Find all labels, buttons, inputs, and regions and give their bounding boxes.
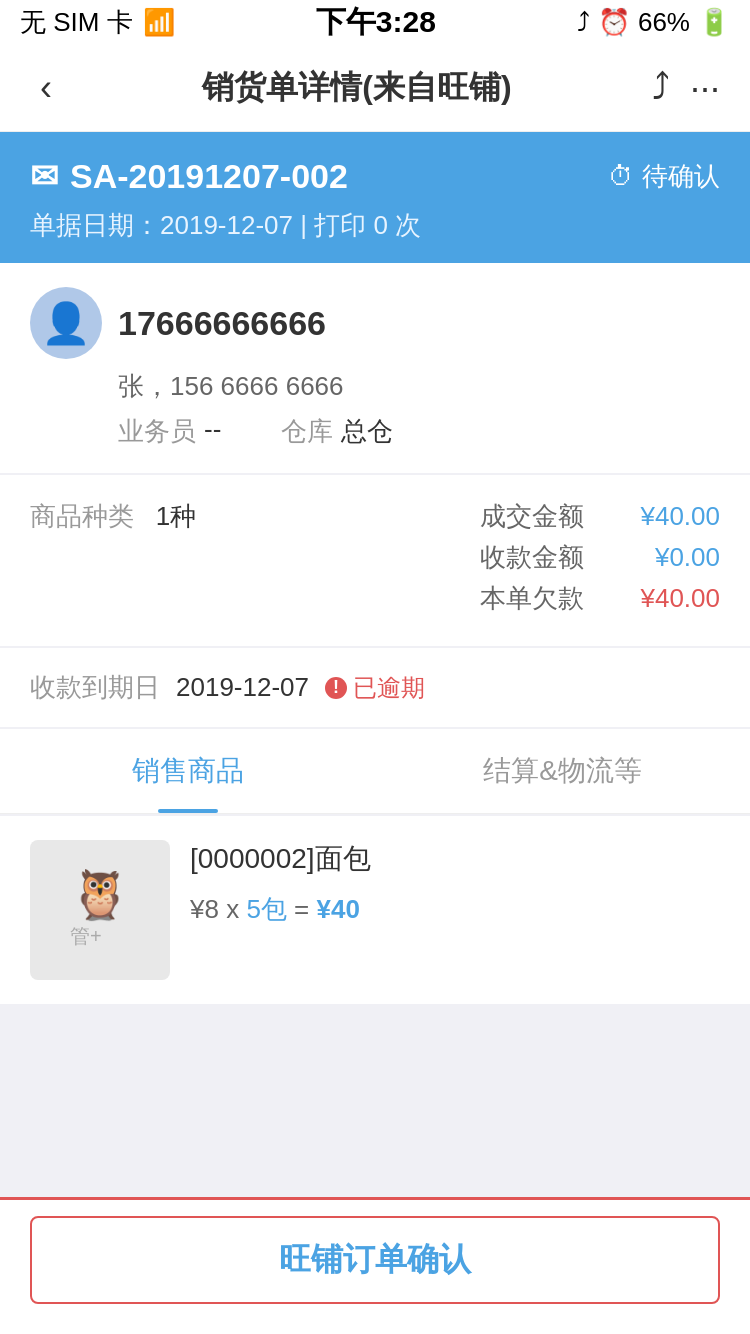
customer-avatar: 👤 xyxy=(30,287,102,359)
salesman-value: -- xyxy=(204,414,221,449)
customer-section: 👤 17666666666 张，156 6666 6666 业务员 -- 仓库 … xyxy=(0,263,750,473)
overdue-badge: ! 已逾期 xyxy=(325,672,425,704)
order-number-icon: ✉ xyxy=(30,156,58,196)
confirm-wangpu-button[interactable]: 旺铺订单确认 xyxy=(30,1216,720,1304)
carrier-text: 无 SIM 卡 xyxy=(20,5,133,40)
product-image: 🦉 管+ xyxy=(30,840,170,980)
warehouse-label: 仓库 xyxy=(281,414,333,449)
arrears-amount-value: ¥40.00 xyxy=(600,583,720,614)
nav-actions: ⤴ ··· xyxy=(652,67,720,109)
product-types-label: 商品种类 xyxy=(30,501,134,531)
product-logo-icon: 🦉 xyxy=(70,871,130,919)
product-total: ¥40 xyxy=(316,894,359,924)
tab-active-indicator xyxy=(158,809,218,813)
overdue-text: 已逾期 xyxy=(353,672,425,704)
wifi-icon: 📶 xyxy=(143,7,175,38)
product-name: [0000002]面包 xyxy=(190,840,720,878)
warehouse-item: 仓库 总仓 xyxy=(281,414,393,449)
product-types-value: 1种 xyxy=(156,501,196,531)
page-title: 销货单详情(来自旺铺) xyxy=(202,66,511,110)
product-image-placeholder: 🦉 管+ xyxy=(70,871,130,950)
customer-meta: 业务员 -- 仓库 总仓 xyxy=(30,414,720,449)
stats-left: 商品种类 1种 xyxy=(30,499,196,534)
order-number: ✉ SA-20191207-002 xyxy=(30,156,348,196)
arrears-amount-label: 本单欠款 xyxy=(480,581,584,616)
order-date: 单据日期：2019-12-07 | 打印 0 次 xyxy=(30,208,720,243)
tabs-bar: 销售商品 结算&物流等 xyxy=(0,729,750,814)
battery-icon: 🔋 xyxy=(698,7,730,38)
tab-products[interactable]: 销售商品 xyxy=(0,729,375,813)
tab-settlement[interactable]: 结算&物流等 xyxy=(375,729,750,813)
status-carrier: 无 SIM 卡 📶 xyxy=(20,5,175,40)
deal-amount-value: ¥40.00 xyxy=(600,501,720,532)
customer-row: 👤 17666666666 xyxy=(30,287,720,359)
warehouse-value: 总仓 xyxy=(341,414,393,449)
product-price: ¥8 x 5包 = ¥40 xyxy=(190,892,720,927)
product-price-base: ¥8 x xyxy=(190,894,246,924)
nav-bar: ‹ 销货单详情(来自旺铺) ⤴ ··· xyxy=(0,44,750,132)
due-section: 收款到期日 2019-12-07 ! 已逾期 xyxy=(0,648,750,727)
deal-amount-label: 成交金额 xyxy=(480,499,584,534)
overdue-icon: ! xyxy=(325,677,347,699)
due-date-value: 2019-12-07 xyxy=(176,672,309,703)
salesman-label: 业务员 xyxy=(118,414,196,449)
product-logo-text: 管+ xyxy=(70,923,130,950)
stats-section: 商品种类 1种 成交金额 ¥40.00 收款金额 ¥0.00 本单欠款 ¥40.… xyxy=(0,475,750,646)
avatar-icon: 👤 xyxy=(41,300,91,347)
order-number-text: SA-20191207-002 xyxy=(70,157,348,196)
status-text: 待确认 xyxy=(642,159,720,194)
product-section: 🦉 管+ [0000002]面包 ¥8 x 5包 = ¥40 xyxy=(0,816,750,1004)
customer-detail: 张，156 6666 6666 xyxy=(30,369,720,404)
received-amount-label: 收款金额 xyxy=(480,540,584,575)
location-icon: ⤴ xyxy=(577,7,590,38)
customer-phone-number: 17666666666 xyxy=(118,304,326,343)
more-icon[interactable]: ··· xyxy=(690,67,720,109)
status-clock-icon: ⏱ xyxy=(608,161,634,192)
stats-right: 成交金额 ¥40.00 收款金额 ¥0.00 本单欠款 ¥40.00 xyxy=(480,499,720,622)
tabs-section: 销售商品 结算&物流等 xyxy=(0,729,750,814)
status-time: 下午3:28 xyxy=(316,2,436,43)
received-amount-row: 收款金额 ¥0.00 xyxy=(480,540,720,575)
product-equals: = xyxy=(287,894,317,924)
share-icon[interactable]: ⤴ xyxy=(652,67,670,109)
status-right: ⤴ ⏰ 66% 🔋 xyxy=(577,7,730,38)
battery-text: 66% xyxy=(638,7,690,38)
tab-settlement-label: 结算&物流等 xyxy=(483,752,642,790)
deal-amount-row: 成交金额 ¥40.00 xyxy=(480,499,720,534)
product-info: [0000002]面包 ¥8 x 5包 = ¥40 xyxy=(190,840,720,927)
product-qty: 5包 xyxy=(246,894,286,924)
due-date-label: 收款到期日 xyxy=(30,670,160,705)
back-button[interactable]: ‹ xyxy=(30,57,62,119)
order-header: ✉ SA-20191207-002 ⏱ 待确认 单据日期：2019-12-07 … xyxy=(0,132,750,263)
order-status: ⏱ 待确认 xyxy=(608,159,720,194)
status-bar: 无 SIM 卡 📶 下午3:28 ⤴ ⏰ 66% 🔋 xyxy=(0,0,750,44)
salesman-item: 业务员 -- xyxy=(118,414,221,449)
received-amount-value: ¥0.00 xyxy=(600,542,720,573)
tab-products-label: 销售商品 xyxy=(132,752,244,790)
alarm-icon: ⏰ xyxy=(598,7,630,38)
bottom-bar: 旺铺订单确认 xyxy=(0,1197,750,1334)
arrears-amount-row: 本单欠款 ¥40.00 xyxy=(480,581,720,616)
